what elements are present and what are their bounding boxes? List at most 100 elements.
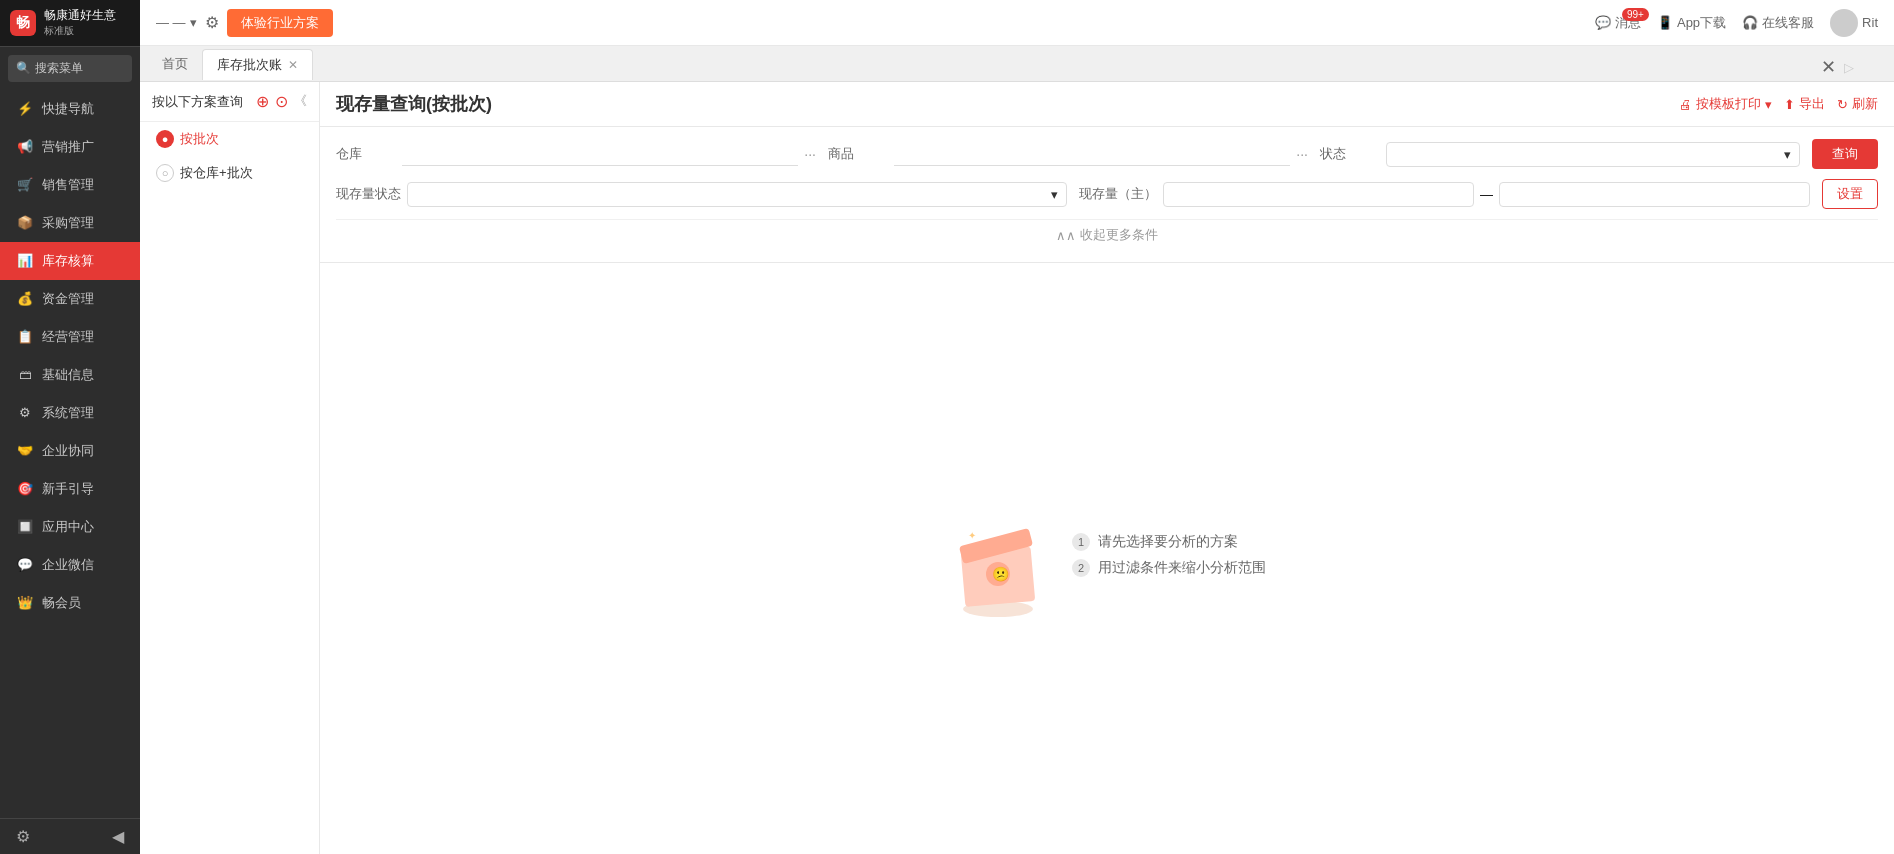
sidebar-item-apps[interactable]: 🔲 应用中心 bbox=[0, 508, 140, 546]
sidebar-footer: ⚙ ◀ bbox=[0, 818, 140, 854]
left-panel-actions: ⊕ ⊙ 《 bbox=[256, 92, 307, 111]
product-more-icon[interactable]: ··· bbox=[1296, 146, 1308, 162]
enterprise-icon: 🤝 bbox=[16, 443, 34, 458]
user-menu[interactable]: Rit bbox=[1830, 9, 1878, 37]
tab-inventory-batch-label: 库存批次账 bbox=[217, 56, 282, 74]
expand-icon[interactable]: ▷ bbox=[1844, 60, 1854, 75]
left-panel-header: 按以下方案查询 ⊕ ⊙ 《 bbox=[140, 82, 319, 122]
sidebar-item-member[interactable]: 👑 畅会员 bbox=[0, 584, 140, 622]
newbie-icon: 🎯 bbox=[16, 481, 34, 496]
sidebar-item-label: 销售管理 bbox=[42, 176, 94, 194]
app-subtitle: 标准版 bbox=[44, 24, 116, 38]
sidebar-item-newbie[interactable]: 🎯 新手引导 bbox=[0, 470, 140, 508]
filter-product: 商品 ··· bbox=[828, 142, 1308, 166]
add-scheme-btn[interactable]: ⊕ bbox=[256, 92, 269, 111]
topbar-left: — — ▾ ⚙ 体验行业方案 bbox=[156, 9, 333, 37]
refresh-icon: ↻ bbox=[1837, 97, 1848, 112]
scheme-item-by-batch[interactable]: ● 按批次 bbox=[140, 122, 319, 156]
status-select[interactable]: ▾ bbox=[1386, 142, 1800, 167]
topbar: — — ▾ ⚙ 体验行业方案 💬 消息 99+ 📱 App下载 🎧 在线客服 bbox=[140, 0, 1894, 46]
member-icon: 👑 bbox=[16, 595, 34, 610]
print-btn[interactable]: 🖨 按模板打印 ▾ bbox=[1679, 95, 1772, 113]
page-header: 现存量查询(按批次) 🖨 按模板打印 ▾ ⬆ 导出 ↻ 刷新 bbox=[320, 82, 1894, 127]
filter-warehouse: 仓库 ··· bbox=[336, 142, 816, 166]
scheme-item-by-warehouse-batch[interactable]: ○ 按仓库+批次 bbox=[140, 156, 319, 190]
filter-row-2: 现存量状态 ▾ 现存量（主） — 设置 bbox=[336, 179, 1878, 209]
online-service-label: 在线客服 bbox=[1762, 14, 1814, 32]
online-service-btn[interactable]: 🎧 在线客服 bbox=[1742, 14, 1814, 32]
sidebar-item-wechat[interactable]: 💬 企业微信 bbox=[0, 546, 140, 584]
finance-icon: 💰 bbox=[16, 291, 34, 306]
app-title: 畅康通好生意 bbox=[44, 8, 116, 24]
headset-icon: 🎧 bbox=[1742, 15, 1758, 30]
tab-inventory-batch[interactable]: 库存批次账 ✕ bbox=[202, 49, 313, 80]
messages-btn[interactable]: 💬 消息 99+ bbox=[1595, 14, 1641, 32]
settings-icon[interactable]: ⚙ bbox=[16, 827, 30, 846]
product-input[interactable] bbox=[894, 142, 1290, 166]
sidebar-item-label: 基础信息 bbox=[42, 366, 94, 384]
sidebar-item-enterprise[interactable]: 🤝 企业协同 bbox=[0, 432, 140, 470]
inventory-status-select[interactable]: ▾ bbox=[407, 182, 1067, 207]
query-btn[interactable]: 查询 bbox=[1812, 139, 1878, 169]
close-page-btn[interactable]: ✕ bbox=[1821, 56, 1836, 78]
collapse-more-btn[interactable]: ∧∧ 收起更多条件 bbox=[336, 219, 1878, 250]
tab-close-icon[interactable]: ✕ bbox=[288, 58, 298, 72]
tab-home[interactable]: 首页 bbox=[148, 49, 202, 79]
export-btn[interactable]: ⬆ 导出 bbox=[1784, 95, 1825, 113]
sidebar-item-label: 资金管理 bbox=[42, 290, 94, 308]
sidebar-item-marketing[interactable]: 📢 营销推广 bbox=[0, 128, 140, 166]
inventory-main-label: 现存量（主） bbox=[1079, 185, 1157, 203]
trial-btn[interactable]: 体验行业方案 bbox=[227, 9, 333, 37]
filter-status: 状态 ▾ bbox=[1320, 142, 1800, 167]
warehouse-more-icon[interactable]: ··· bbox=[804, 146, 816, 162]
workspace-dropdown[interactable]: — — ▾ bbox=[156, 15, 197, 30]
sidebar-item-quick-nav[interactable]: ⚡ 快捷导航 bbox=[0, 90, 140, 128]
sidebar-search-label: 搜索菜单 bbox=[35, 60, 83, 77]
sidebar-item-basic[interactable]: 🗃 基础信息 bbox=[0, 356, 140, 394]
sidebar-item-purchase[interactable]: 📦 采购管理 bbox=[0, 204, 140, 242]
refresh-btn[interactable]: ↻ 刷新 bbox=[1837, 95, 1878, 113]
sidebar-search[interactable]: 🔍 搜索菜单 bbox=[8, 55, 132, 82]
tip-number-1: 1 bbox=[1072, 533, 1090, 551]
sidebar-item-system[interactable]: ⚙ 系统管理 bbox=[0, 394, 140, 432]
chevron-down-icon: ▾ bbox=[1051, 187, 1058, 202]
app-download-label: App下载 bbox=[1677, 14, 1726, 32]
inventory-from-input[interactable] bbox=[1163, 182, 1474, 207]
filter-inventory-main: 现存量（主） — bbox=[1079, 182, 1810, 207]
sidebar-item-label: 系统管理 bbox=[42, 404, 94, 422]
warehouse-label: 仓库 bbox=[336, 145, 396, 163]
settings-btn[interactable]: 设置 bbox=[1822, 179, 1878, 209]
warehouse-input[interactable] bbox=[402, 142, 798, 166]
range-separator: — bbox=[1480, 187, 1493, 202]
empty-tips: 1 请先选择要分析的方案 2 用过滤条件来缩小分析范围 bbox=[1072, 533, 1266, 585]
svg-text:✦: ✦ bbox=[1020, 533, 1030, 547]
sales-icon: 🛒 bbox=[16, 177, 34, 192]
empty-tip-2: 2 用过滤条件来缩小分析范围 bbox=[1072, 559, 1266, 577]
purchase-icon: 📦 bbox=[16, 215, 34, 230]
sidebar-item-finance[interactable]: 💰 资金管理 bbox=[0, 280, 140, 318]
phone-icon: 📱 bbox=[1657, 15, 1673, 30]
avatar bbox=[1830, 9, 1858, 37]
wechat-icon: 💬 bbox=[16, 557, 34, 572]
sidebar-item-sales[interactable]: 🛒 销售管理 bbox=[0, 166, 140, 204]
collapse-sidebar-icon[interactable]: ◀ bbox=[112, 827, 124, 846]
topbar-settings-icon[interactable]: ⚙ bbox=[205, 13, 219, 32]
sidebar-item-operations[interactable]: 📋 经营管理 bbox=[0, 318, 140, 356]
chevron-down-icon: ▾ bbox=[1784, 147, 1791, 162]
apps-icon: 🔲 bbox=[16, 519, 34, 534]
tip-number-2: 2 bbox=[1072, 559, 1090, 577]
tabbar: 首页 库存批次账 ✕ ✕ ▷ bbox=[140, 46, 1894, 82]
scheme-by-warehouse-icon: ○ bbox=[156, 164, 174, 182]
collapse-left-icon[interactable]: 《 bbox=[294, 92, 307, 111]
left-panel-title: 按以下方案查询 bbox=[152, 93, 243, 111]
sidebar-item-label: 新手引导 bbox=[42, 480, 94, 498]
right-panel: 现存量查询(按批次) 🖨 按模板打印 ▾ ⬆ 导出 ↻ 刷新 bbox=[320, 82, 1894, 854]
tip-text-1: 请先选择要分析的方案 bbox=[1098, 533, 1238, 551]
workspace-label: — — bbox=[156, 15, 186, 30]
inventory-to-input[interactable] bbox=[1499, 182, 1810, 207]
scheme-settings-icon[interactable]: ⊙ bbox=[275, 92, 288, 111]
sidebar-item-inventory[interactable]: 📊 库存核算 bbox=[0, 242, 140, 280]
app-download-btn[interactable]: 📱 App下载 bbox=[1657, 14, 1726, 32]
message-icon: 💬 bbox=[1595, 15, 1611, 30]
operations-icon: 📋 bbox=[16, 329, 34, 344]
